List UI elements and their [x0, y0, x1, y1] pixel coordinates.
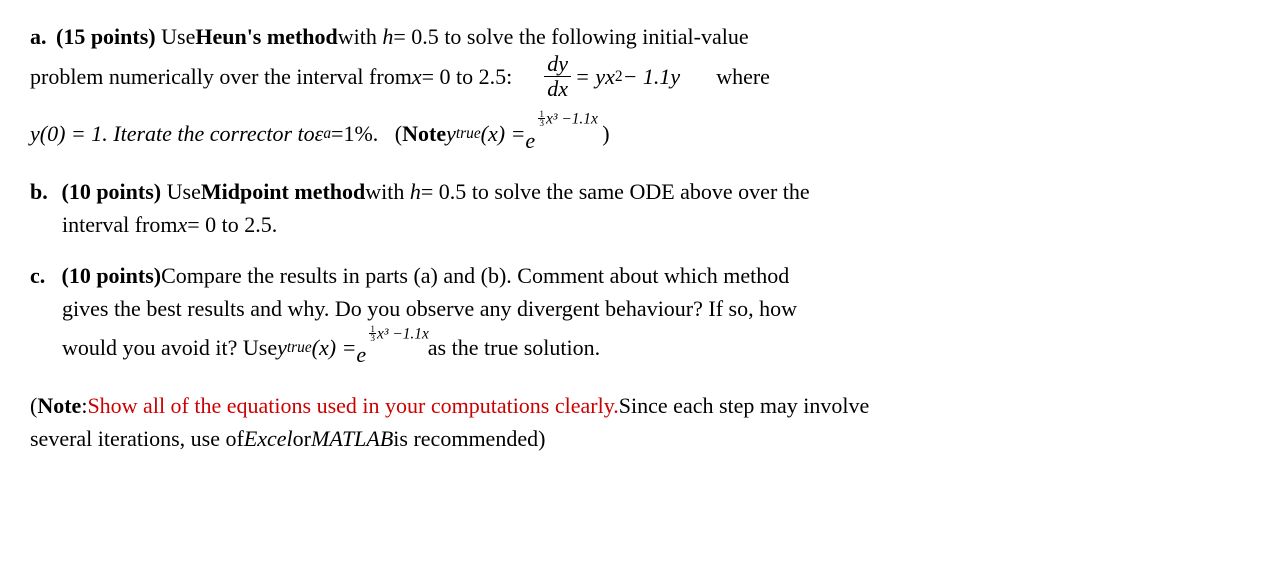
part-b-points: (10 points) — [62, 175, 162, 208]
fraction-1-3: 1 3 — [369, 325, 376, 343]
ytrue-sub: true — [287, 336, 312, 359]
e-base: e — [525, 124, 585, 157]
var-x: x — [412, 60, 422, 93]
text: with — [365, 175, 404, 208]
ode-equation: dy dx = yx2 − 1.1y — [540, 53, 680, 100]
method-name: Midpoint method — [201, 175, 365, 208]
part-a-line2: problem numerically over the interval fr… — [30, 53, 1250, 100]
initial-condition: y(0) = 1. Iterate the corrector to — [30, 117, 315, 150]
matlab-text: MATLAB — [311, 422, 393, 455]
part-c-points: (10 points) — [62, 259, 162, 292]
text: interval from — [62, 208, 177, 241]
text: Since each step may involve — [619, 389, 869, 422]
part-c-line3: would you avoid it? Use ytrue(x) = 1 3 x… — [30, 325, 1250, 372]
part-a: a. (15 points) Use Heun's method with h … — [30, 20, 1250, 157]
part-a-line1: a. (15 points) Use Heun's method with h … — [30, 20, 1250, 53]
epsilon: ε — [315, 117, 324, 150]
text: = 0 to 2.5: — [422, 60, 513, 93]
text: = 0.5 — [421, 175, 466, 208]
part-a-points: (15 points) — [56, 20, 156, 53]
part-b-label: b. — [30, 175, 56, 208]
method-name: Heun's method — [195, 20, 337, 53]
part-c-line2: gives the best results and why. Do you o… — [30, 292, 1250, 325]
var-h: h — [410, 175, 421, 208]
den: 3 — [538, 119, 545, 127]
text: to solve the same ODE above over the — [472, 175, 810, 208]
text: several iterations, use of — [30, 422, 244, 455]
note-red-text: Show all of the equations used in your c… — [87, 389, 618, 422]
ode-rhs-part1: = yx — [575, 60, 615, 93]
exponent-2: 2 — [615, 65, 623, 88]
ytrue-y: y — [446, 117, 456, 150]
ytrue-arg: (x) = — [481, 117, 526, 150]
var-x: x — [177, 208, 187, 241]
part-a-label: a. — [30, 20, 56, 53]
part-c-line1: c. (10 points) Compare the results in pa… — [30, 259, 1250, 292]
exp-tail: x³ −1.1x — [377, 325, 429, 342]
exp-tail: x³ −1.1x — [546, 111, 598, 128]
den: 3 — [369, 334, 376, 342]
numerator: dy — [544, 53, 571, 77]
note-line2: several iterations, use of Excel or MATL… — [30, 422, 1250, 455]
text: = 0 to 2.5. — [187, 208, 277, 241]
text: as the true solution. — [428, 331, 600, 364]
part-b-line2: interval from x = 0 to 2.5. — [30, 208, 1250, 241]
part-c: c. (10 points) Compare the results in pa… — [30, 259, 1250, 372]
text: problem numerically over the interval fr… — [30, 60, 412, 93]
where-text: where — [716, 60, 770, 93]
note-line1: (Note: Show all of the equations used in… — [30, 389, 1250, 422]
part-b: b. (10 points) Use Midpoint method with … — [30, 175, 1250, 241]
ode-rhs-part2: − 1.1y — [623, 60, 681, 93]
text: Compare the results in parts (a) and (b)… — [161, 259, 789, 292]
note-open: (Note — [395, 117, 446, 150]
e-base: e — [356, 338, 416, 371]
text: = 0.5 — [393, 20, 438, 53]
excel-text: Excel — [244, 422, 293, 455]
footer-note: (Note: Show all of the equations used in… — [30, 389, 1250, 455]
ytrue-arg: (x) = — [312, 331, 357, 364]
exponent-expr: 1 3 x³ −1.1x — [368, 325, 428, 343]
note-open: (Note — [30, 389, 81, 422]
part-c-label: c. — [30, 259, 56, 292]
or-text: or — [293, 422, 311, 455]
epsilon-value: =1%. — [331, 117, 378, 150]
text: Use — [167, 175, 201, 208]
epsilon-sub: a — [323, 122, 331, 145]
text: gives the best results and why. Do you o… — [62, 292, 797, 325]
part-b-line1: b. (10 points) Use Midpoint method with … — [30, 175, 1250, 208]
exponent-expr: 1 3 x³ −1.1x — [537, 110, 597, 128]
text: Use — [161, 20, 195, 53]
text: would you avoid it? Use — [62, 331, 277, 364]
ytrue-y: y — [277, 331, 287, 364]
fraction-dy-dx: dy dx — [544, 53, 571, 100]
var-h: h — [382, 20, 393, 53]
note-close: ) — [602, 117, 609, 150]
exponential-expr: 1 3 x³ −1.1x e — [356, 325, 416, 372]
ytrue-sub: true — [456, 122, 481, 145]
denominator: dx — [544, 77, 571, 100]
text: is recommended) — [393, 422, 545, 455]
part-a-line3: y(0) = 1. Iterate the corrector to εa =1… — [30, 110, 1250, 157]
fraction-1-3: 1 3 — [538, 110, 545, 128]
text: to solve the following initial-value — [444, 20, 748, 53]
exponential-expr: 1 3 x³ −1.1x e — [525, 110, 585, 157]
text: with — [338, 20, 377, 53]
